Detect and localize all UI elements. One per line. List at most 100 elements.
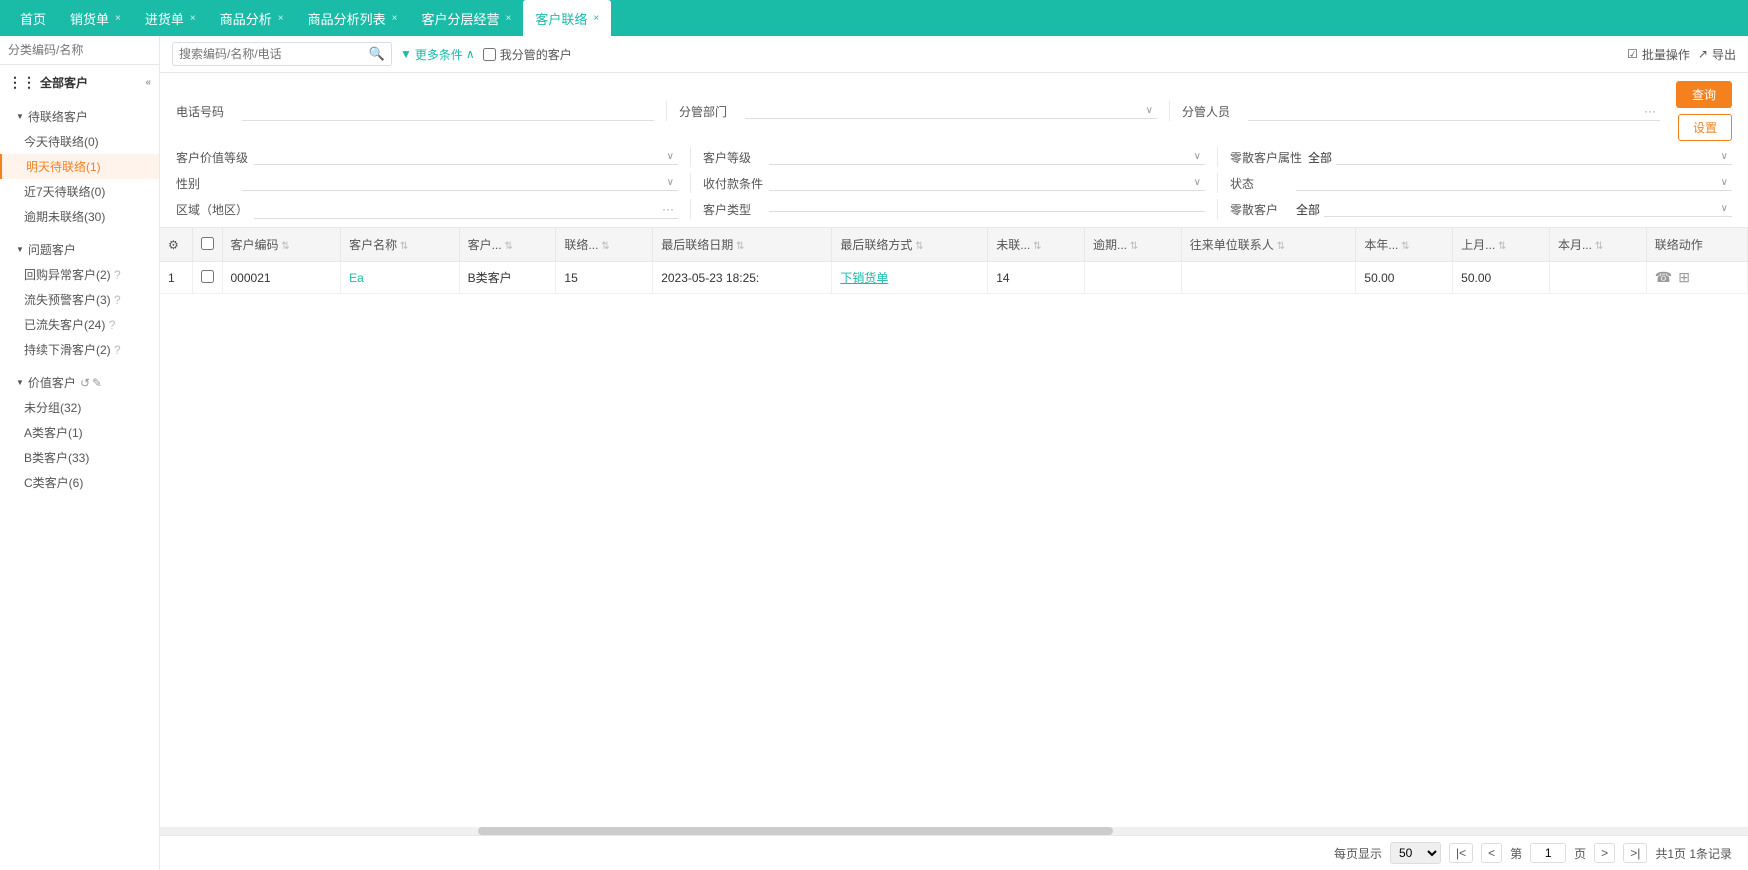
search-box[interactable]: 🔍 [172,42,392,66]
sidebar: 🔍 ⋮⋮ 全部客户 « ▼ 待联络客户 今天待联络(0) 明天待联络(1) 近7… [0,36,160,870]
col-checkbox[interactable] [192,228,222,262]
first-page-button[interactable]: |< [1449,843,1473,863]
sidebar-item-class-a[interactable]: A类客户(1) [0,420,159,445]
page-number-input[interactable] [1530,843,1566,863]
contact-method-link[interactable]: 下销货单 [840,271,888,285]
caret-icon: ∧ [466,47,475,61]
page-suffix: 页 [1574,845,1586,862]
col-overdue[interactable]: 逾期... [1085,228,1182,262]
cell-last-month: 50.00 [1453,262,1550,294]
sidebar-item-overdue-contact[interactable]: 逾期未联络(30) [0,204,159,229]
nav-product-analysis[interactable]: 商品分析 × [208,0,296,36]
sidebar-search-input[interactable] [8,43,160,57]
phone-input[interactable] [242,102,654,121]
cell-checkbox[interactable] [192,262,222,294]
retail-customer-select[interactable]: ∨ [1324,201,1732,217]
col-contact-count[interactable]: 联络... [556,228,653,262]
search-button[interactable]: 🔍 [369,46,385,62]
payment-select[interactable]: ∨ [769,175,1205,191]
close-icon[interactable]: × [392,13,398,24]
branch-person-select[interactable]: ··· [1248,102,1660,121]
sidebar-item-class-b[interactable]: B类客户(33) [0,445,159,470]
close-icon[interactable]: × [278,13,284,24]
sidebar-item-today-contact[interactable]: 今天待联络(0) [0,129,159,154]
more-conditions-button[interactable]: ▼ 更多条件 ∧ [400,46,475,63]
horizontal-scrollbar[interactable] [160,827,1748,835]
col-customer-name[interactable]: 客户名称 [341,228,460,262]
collapse-icon[interactable]: « [145,77,151,88]
nav-sales-order[interactable]: 销货单 × [58,0,133,36]
edit-icon[interactable]: ✎ [92,376,102,390]
sidebar-section-all: ⋮⋮ 全部客户 « [0,65,159,100]
customer-value-level-select[interactable]: ∨ [254,149,678,165]
my-customers-checkbox-label[interactable]: 我分管的客户 [483,46,572,63]
retail-attr-label: 零散客户属性 [1230,149,1302,166]
row-checkbox[interactable] [201,270,214,283]
refresh-icon[interactable]: ↺ [80,376,90,390]
batch-operate-button[interactable]: ☑ 批量操作 [1627,46,1690,63]
sidebar-value-customer-header[interactable]: ▼ 价值客户 ↺ ✎ [0,370,159,395]
col-last-contact-date[interactable]: 最后联络日期 [653,228,832,262]
nav-home[interactable]: 首页 [8,0,58,36]
prev-page-button[interactable]: < [1481,843,1502,863]
nav-purchase-order[interactable]: 进货单 × [133,0,208,36]
scroll-thumb[interactable] [478,827,1113,835]
search-input[interactable] [179,47,369,61]
retail-attr-select[interactable]: ∨ [1336,149,1732,165]
sidebar-pending-contact-header[interactable]: ▼ 待联络客户 [0,104,159,129]
query-button[interactable]: 查询 [1676,81,1732,108]
sidebar-all-customers[interactable]: ⋮⋮ 全部客户 « [0,69,159,96]
cell-last-contact-method[interactable]: 下销货单 [832,262,988,294]
my-customers-checkbox[interactable] [483,48,496,61]
sidebar-item-recent7-contact[interactable]: 近7天待联络(0) [0,179,159,204]
setting-button[interactable]: 设置 [1678,114,1732,141]
sidebar-problem-customer-header[interactable]: ▼ 问题客户 [0,237,159,262]
filter-payment: 收付款条件 ∨ [703,175,1205,192]
cell-this-month [1549,262,1646,294]
close-icon[interactable]: × [505,13,511,24]
col-customer-code[interactable]: 客户编码 [222,228,341,262]
nav-customer-tier[interactable]: 客户分层经营 × [409,0,523,36]
export-button[interactable]: ↗ 导出 [1698,46,1736,63]
close-icon[interactable]: × [115,13,121,24]
sidebar-item-tomorrow-contact[interactable]: 明天待联络(1) [0,154,159,179]
cell-overdue [1085,262,1182,294]
col-last-month[interactable]: 上月... [1453,228,1550,262]
select-all-checkbox[interactable] [201,237,214,250]
col-customer-class[interactable]: 客户... [459,228,556,262]
filter-row-1: 电话号码 分管部门 ∨ 分管人员 ··· [176,81,1732,141]
phone-action-icon[interactable]: ☎ [1655,269,1672,286]
col-this-month[interactable]: 本月... [1549,228,1646,262]
per-page-label: 每页显示 [1334,845,1382,862]
last-page-button[interactable]: >| [1623,843,1647,863]
next-page-button[interactable]: > [1594,843,1615,863]
customer-level-select[interactable]: ∨ [769,149,1205,165]
branch-dept-label: 分管部门 [679,103,739,120]
customer-type-select[interactable] [769,207,1205,212]
col-company-contact[interactable]: 往来单位联系人 [1181,228,1356,262]
gender-select[interactable]: ∨ [242,175,678,191]
sidebar-item-already-lost[interactable]: 已流失客户(24) ? [0,312,159,337]
close-icon[interactable]: × [190,13,196,24]
close-icon[interactable]: × [593,13,599,24]
sidebar-search-box[interactable]: 🔍 [0,36,159,65]
sidebar-item-ungrouped[interactable]: 未分组(32) [0,395,159,420]
branch-person-label: 分管人员 [1182,103,1242,120]
nav-customer-contact[interactable]: 客户联络 × [523,0,611,36]
branch-dept-select[interactable]: ∨ [745,103,1157,119]
sidebar-item-repurchase-abnormal[interactable]: 回购异常客户(2) ? [0,262,159,287]
region-select[interactable]: ··· [254,200,678,219]
sidebar-item-lost-warning[interactable]: 流失预警客户(3) ? [0,287,159,312]
sidebar-item-continuous-decline[interactable]: 持续下滑客户(2) ? [0,337,159,362]
col-uncontacted[interactable]: 未联... [988,228,1085,262]
customer-value-level-label: 客户价值等级 [176,149,248,166]
col-last-contact-method[interactable]: 最后联络方式 [832,228,988,262]
col-settings[interactable]: ⚙ [160,228,192,262]
sidebar-item-class-c[interactable]: C类客户(6) [0,470,159,495]
status-select[interactable]: ∨ [1296,175,1732,191]
total-records: 共1页 1条记录 [1655,845,1732,862]
grid-action-icon[interactable]: ⊞ [1678,269,1690,286]
per-page-select[interactable]: 50 100 200 [1390,842,1441,864]
nav-product-analysis-list[interactable]: 商品分析列表 × [296,0,410,36]
col-this-year[interactable]: 本年... [1356,228,1453,262]
